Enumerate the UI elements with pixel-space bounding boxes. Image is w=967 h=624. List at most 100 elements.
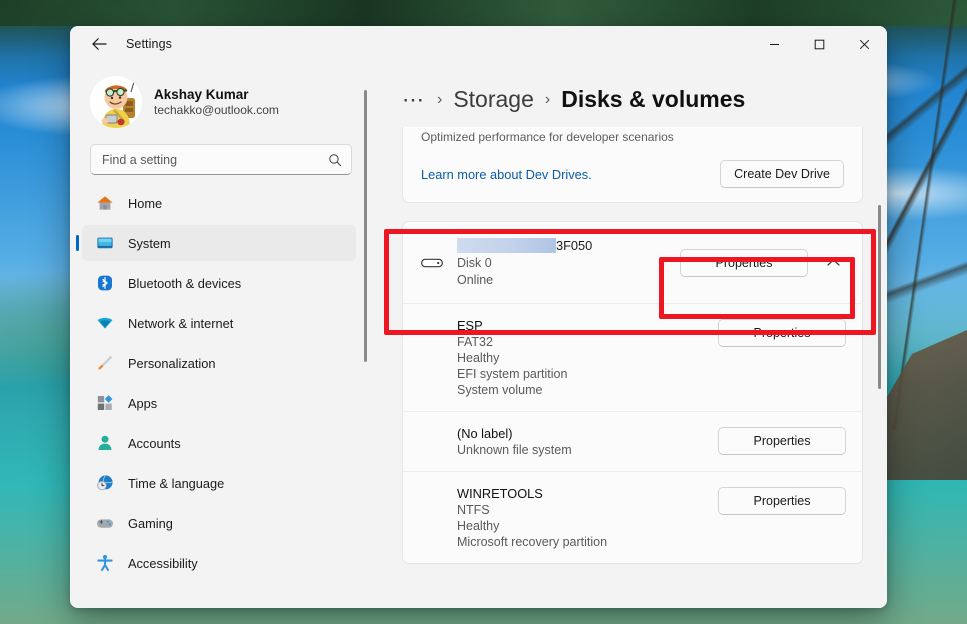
disk-number: Disk 0 bbox=[457, 256, 492, 270]
close-icon bbox=[859, 39, 870, 49]
sidebar-item-home[interactable]: Home bbox=[82, 185, 356, 221]
volume-properties-button[interactable]: Properties bbox=[718, 487, 846, 515]
main-content: ⋯ › Storage › Disks & volumes Optimized … bbox=[372, 62, 887, 608]
bluetooth-icon bbox=[96, 274, 114, 292]
dev-drive-subtitle: Optimized performance for developer scen… bbox=[421, 130, 674, 144]
sidebar-item-label: Personalization bbox=[128, 355, 216, 371]
redacted-disk-name bbox=[457, 238, 556, 253]
breadcrumb-separator: › bbox=[437, 90, 443, 108]
volume-label: ESP bbox=[457, 318, 483, 333]
sidebar-item-label: Network & internet bbox=[128, 315, 234, 331]
window-controls bbox=[752, 26, 887, 62]
search-wrapper bbox=[70, 142, 372, 185]
volume-action: Properties bbox=[718, 426, 846, 455]
volume-action: Properties bbox=[718, 318, 846, 347]
maximize-button[interactable] bbox=[797, 26, 842, 62]
volume-filesystem: NTFS bbox=[457, 503, 490, 517]
disk-name-suffix: 3F050 bbox=[556, 238, 593, 253]
gamepad-icon bbox=[96, 514, 114, 532]
clock-globe-icon bbox=[96, 474, 114, 492]
sidebar-item-label: Apps bbox=[128, 395, 158, 411]
sidebar-item-label: Bluetooth & devices bbox=[128, 275, 242, 291]
volume-filesystem: FAT32 bbox=[457, 335, 493, 349]
breadcrumb-overflow-button[interactable]: ⋯ bbox=[402, 88, 426, 111]
breadcrumb: ⋯ › Storage › Disks & volumes bbox=[386, 62, 887, 127]
search-box[interactable] bbox=[90, 144, 352, 175]
back-button[interactable] bbox=[82, 29, 116, 59]
disk-status: Online bbox=[457, 273, 494, 287]
sidebar-item-label: System bbox=[128, 235, 171, 251]
apps-icon bbox=[96, 394, 114, 412]
sidebar-item-system[interactable]: System bbox=[82, 225, 356, 261]
sidebar-nav-list: Home System Bluetooth & devices Network … bbox=[70, 185, 372, 608]
wifi-icon bbox=[96, 314, 114, 332]
volume-info: ESP FAT32 Healthy EFI system partition S… bbox=[457, 318, 718, 397]
account-text: Akshay Kumar techakko@outlook.com bbox=[154, 87, 279, 117]
volume-health: Healthy bbox=[457, 351, 500, 365]
sidebar-item-label: Accessibility bbox=[128, 555, 198, 571]
search-icon bbox=[329, 153, 342, 166]
sidebar-item-label: Accounts bbox=[128, 435, 181, 451]
volume-properties-button[interactable]: Properties bbox=[718, 427, 846, 455]
sidebar-item-apps[interactable]: Apps bbox=[82, 385, 356, 421]
sidebar-item-network-internet[interactable]: Network & internet bbox=[82, 305, 356, 341]
volume-type: Microsoft recovery partition bbox=[457, 535, 608, 549]
title-bar: Settings bbox=[70, 26, 887, 62]
volume-role: System volume bbox=[457, 383, 543, 397]
volume-info: WINRETOOLS NTFS Healthy Microsoft recove… bbox=[457, 486, 718, 549]
sidebar-item-bluetooth-devices[interactable]: Bluetooth & devices bbox=[82, 265, 356, 301]
volume-health: Healthy bbox=[457, 519, 500, 533]
volume-filesystem: Unknown file system bbox=[457, 443, 572, 457]
volume-type: EFI system partition bbox=[457, 367, 568, 381]
sidebar: Akshay Kumar techakko@outlook.com Find a… bbox=[70, 62, 372, 608]
dev-drive-card: Optimized performance for developer scen… bbox=[402, 127, 863, 203]
dev-drive-row: Learn more about Dev Drives. Create Dev … bbox=[421, 160, 844, 188]
avatar bbox=[90, 76, 142, 128]
wallpaper-tree-canopy bbox=[0, 0, 967, 26]
sidebar-item-personalization[interactable]: Personalization bbox=[82, 345, 356, 381]
disk-actions: Properties bbox=[680, 248, 846, 277]
user-avatar-cartoon-icon bbox=[90, 76, 142, 128]
breadcrumb-storage-link[interactable]: Storage bbox=[453, 86, 534, 113]
breadcrumb-separator: › bbox=[544, 90, 551, 108]
disk-card: 3F050 Disk 0 Online Properties ESP FAT32… bbox=[402, 221, 863, 564]
minimize-icon bbox=[770, 43, 779, 45]
content-scrollbar[interactable] bbox=[878, 205, 881, 389]
search-input[interactable] bbox=[102, 152, 328, 167]
account-email: techakko@outlook.com bbox=[154, 103, 279, 117]
window-body: Akshay Kumar techakko@outlook.com Find a… bbox=[70, 62, 887, 608]
dev-drive-learn-more-link[interactable]: Learn more about Dev Drives. bbox=[421, 167, 592, 182]
volume-label: (No label) bbox=[457, 426, 513, 441]
paintbrush-icon bbox=[96, 354, 114, 372]
disk-0-row[interactable]: 3F050 Disk 0 Online Properties bbox=[403, 222, 862, 303]
create-dev-drive-button[interactable]: Create Dev Drive bbox=[720, 160, 844, 188]
disk-info: 3F050 Disk 0 Online bbox=[457, 238, 666, 287]
sidebar-item-accounts[interactable]: Accounts bbox=[82, 425, 356, 461]
volume-info: (No label) Unknown file system bbox=[457, 426, 718, 457]
page-title: Disks & volumes bbox=[561, 86, 746, 112]
person-icon bbox=[96, 434, 114, 452]
chevron-up-icon[interactable] bbox=[820, 250, 846, 276]
account-name: Akshay Kumar bbox=[154, 87, 249, 102]
disk-name-row: 3F050 bbox=[457, 238, 666, 253]
sidebar-item-label: Home bbox=[128, 195, 163, 211]
window-title: Settings bbox=[126, 37, 172, 51]
content-scroll-area: Optimized performance for developer scen… bbox=[386, 127, 887, 608]
disk-properties-button[interactable]: Properties bbox=[680, 248, 808, 277]
volume-row: WINRETOOLS NTFS Healthy Microsoft recove… bbox=[403, 471, 862, 563]
volume-properties-button[interactable]: Properties bbox=[718, 319, 846, 347]
minimize-button[interactable] bbox=[752, 26, 797, 62]
account-block[interactable]: Akshay Kumar techakko@outlook.com bbox=[70, 62, 372, 142]
close-button[interactable] bbox=[842, 26, 887, 62]
maximize-icon bbox=[814, 39, 825, 49]
accessibility-icon bbox=[96, 554, 114, 572]
home-icon bbox=[96, 194, 114, 212]
sidebar-item-accessibility[interactable]: Accessibility bbox=[82, 545, 356, 581]
sidebar-item-label: Time & language bbox=[128, 475, 225, 491]
sidebar-scrollbar[interactable] bbox=[364, 90, 367, 362]
sidebar-item-time-language[interactable]: Time & language bbox=[82, 465, 356, 501]
back-arrow-icon bbox=[91, 38, 107, 50]
volume-row: (No label) Unknown file system Propertie… bbox=[403, 411, 862, 471]
sidebar-item-gaming[interactable]: Gaming bbox=[82, 505, 356, 541]
desktop-wallpaper: Settings Akshay Kumar techakko@outlook.c… bbox=[0, 0, 967, 624]
